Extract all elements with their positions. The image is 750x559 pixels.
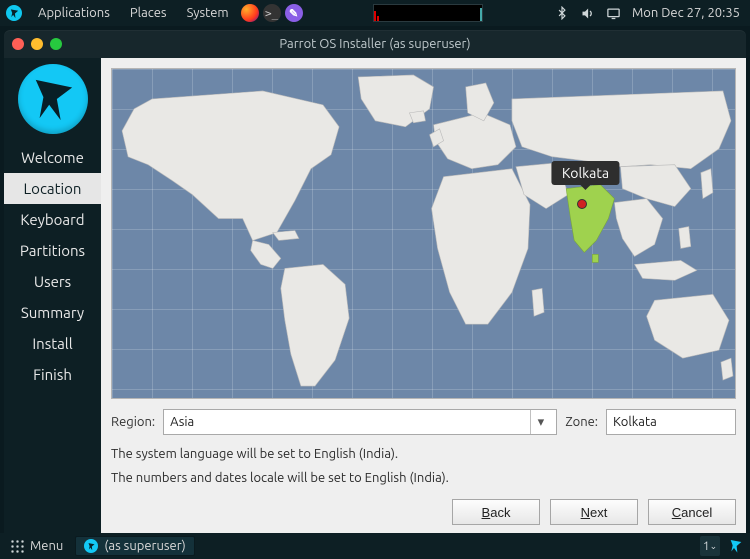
sidebar-step-users[interactable]: Users bbox=[4, 266, 101, 297]
region-select[interactable]: Asia ▾ bbox=[163, 409, 557, 435]
volume-icon[interactable] bbox=[580, 5, 596, 21]
parrot-logo-icon[interactable] bbox=[6, 5, 22, 21]
sidebar-step-location[interactable]: Location bbox=[4, 173, 101, 204]
region-zone-row: Region: Asia ▾ Zone: Kolkata ▾ bbox=[111, 409, 736, 435]
taskbar-menu-button[interactable]: Menu bbox=[4, 539, 69, 553]
desktop-menubar: Applications Places System >_ ✎ Mon Dec … bbox=[0, 0, 750, 26]
menubar-applications[interactable]: Applications bbox=[30, 6, 118, 20]
installer-main: Kolkata Region: Asia ▾ Zone: Kolkata ▾ T… bbox=[101, 58, 746, 533]
bluetooth-icon[interactable] bbox=[554, 5, 570, 21]
window-controls bbox=[12, 38, 62, 50]
sidebar-step-install[interactable]: Install bbox=[4, 328, 101, 359]
region-label: Region: bbox=[111, 415, 155, 429]
keyboard-layout-icon[interactable]: 1⌄ bbox=[700, 536, 720, 556]
menubar-spacer bbox=[307, 4, 550, 22]
window-maximize-button[interactable] bbox=[50, 38, 62, 50]
installer-sidebar: Welcome Location Keyboard Partitions Use… bbox=[4, 58, 101, 533]
sidebar-step-partitions[interactable]: Partitions bbox=[4, 235, 101, 266]
cancel-button[interactable]: Cancel bbox=[648, 499, 736, 525]
sidebar-step-finish[interactable]: Finish bbox=[4, 359, 101, 390]
sidebar-step-summary[interactable]: Summary bbox=[4, 297, 101, 328]
system-tray: Mon Dec 27, 20:35 bbox=[554, 5, 744, 21]
language-info: The system language will be set to Engli… bbox=[111, 447, 736, 461]
system-monitor-icon[interactable] bbox=[373, 4, 483, 22]
show-desktop-icon[interactable] bbox=[726, 536, 746, 556]
timezone-map[interactable]: Kolkata bbox=[111, 68, 736, 399]
zone-value: Kolkata bbox=[613, 415, 657, 429]
map-pin-label: Kolkata bbox=[552, 161, 619, 185]
nav-buttons: Back Next Cancel bbox=[111, 499, 736, 525]
taskbar-task-label: (as superuser) bbox=[104, 539, 185, 553]
back-button[interactable]: Back bbox=[452, 499, 540, 525]
window-close-button[interactable] bbox=[12, 38, 24, 50]
locale-info: The numbers and dates locale will be set… bbox=[111, 471, 736, 485]
zone-select[interactable]: Kolkata ▾ bbox=[606, 409, 736, 435]
parrot-logo-large-icon bbox=[18, 64, 88, 134]
window-title: Parrot OS Installer (as superuser) bbox=[4, 37, 746, 51]
taskbar-task-installer[interactable]: (as superuser) bbox=[75, 536, 194, 556]
notes-icon[interactable]: ✎ bbox=[285, 4, 303, 22]
terminal-icon[interactable]: >_ bbox=[263, 4, 281, 22]
chevron-down-icon: ▾ bbox=[530, 410, 550, 434]
sidebar-step-welcome[interactable]: Welcome bbox=[4, 142, 101, 173]
parrot-mini-icon bbox=[84, 539, 98, 553]
zone-label: Zone: bbox=[565, 415, 598, 429]
next-button[interactable]: Next bbox=[550, 499, 638, 525]
window-titlebar[interactable]: Parrot OS Installer (as superuser) bbox=[4, 30, 746, 58]
window-minimize-button[interactable] bbox=[31, 38, 43, 50]
taskbar-menu-label: Menu bbox=[30, 539, 63, 553]
firefox-icon[interactable] bbox=[241, 4, 259, 22]
apps-grid-icon bbox=[10, 539, 24, 553]
menubar-places[interactable]: Places bbox=[122, 6, 175, 20]
region-value: Asia bbox=[170, 415, 194, 429]
clock-label[interactable]: Mon Dec 27, 20:35 bbox=[632, 6, 740, 20]
desktop-taskbar: Menu (as superuser) 1⌄ bbox=[0, 533, 750, 559]
sidebar-step-keyboard[interactable]: Keyboard bbox=[4, 204, 101, 235]
map-pin-icon bbox=[577, 199, 587, 209]
installer-window: Parrot OS Installer (as superuser) Welco… bbox=[4, 30, 746, 533]
menubar-system[interactable]: System bbox=[179, 6, 237, 20]
world-map-svg bbox=[112, 69, 735, 398]
display-icon[interactable] bbox=[606, 5, 622, 21]
